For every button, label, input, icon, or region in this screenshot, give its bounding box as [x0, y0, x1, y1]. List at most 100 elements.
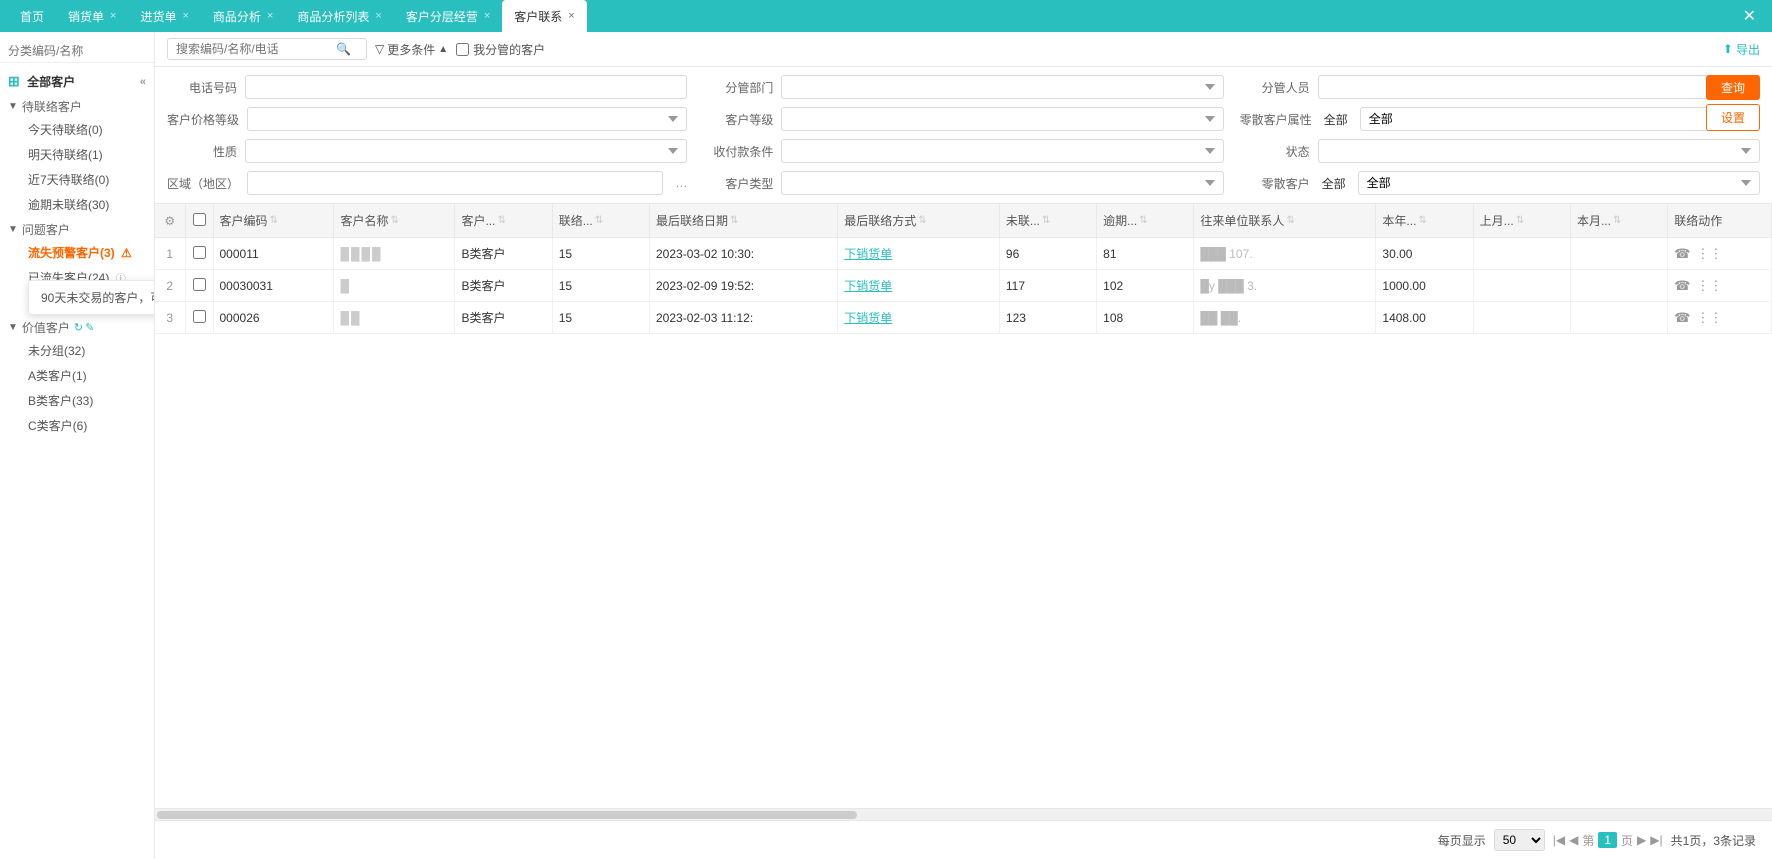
page-next-icon[interactable]: ▶ — [1637, 833, 1646, 847]
th-last-way: 最后联络方式 ⇅ — [838, 204, 1000, 238]
filter-row-customer-level: 客户等级 — [703, 107, 1223, 131]
sort-year-icon[interactable]: ⇅ — [1418, 215, 1426, 226]
filter-select-ctype[interactable] — [781, 171, 1223, 195]
tab-home-label: 首页 — [20, 8, 44, 25]
sort-this-month-icon[interactable]: ⇅ — [1613, 215, 1621, 226]
sort-contact-icon[interactable]: ⇅ — [595, 215, 603, 226]
grid-icon: ⊞ — [8, 73, 20, 89]
sort-last-way-icon[interactable]: ⇅ — [918, 215, 926, 226]
more-dots-region[interactable]: … — [675, 176, 687, 190]
filter-input-region[interactable] — [247, 171, 663, 195]
filter-row-region: 区域（地区） … — [167, 171, 687, 195]
tab-analysis-list[interactable]: 商品分析列表 × — [285, 0, 393, 32]
tab-sales[interactable]: 销货单 × — [56, 0, 128, 32]
th-last-date: 最后联络日期 ⇅ — [650, 204, 838, 238]
sort-overdue-icon[interactable]: ⇅ — [1139, 215, 1147, 226]
sidebar-collapse-icon[interactable]: « — [140, 76, 146, 88]
filter-more-btn[interactable]: ▽ 更多条件 ▲ — [375, 41, 448, 58]
refresh-icon[interactable]: ↻ — [74, 321, 83, 334]
page-first-icon[interactable]: |◀ — [1553, 833, 1565, 847]
tab-purchase[interactable]: 进货单 × — [128, 0, 200, 32]
filter-label-status: 状态 — [1240, 143, 1310, 160]
tab-customer-contact[interactable]: 客户联系 × — [502, 0, 586, 32]
search-icon[interactable]: 🔍 — [336, 42, 351, 56]
tab-analysis[interactable]: 商品分析 × — [201, 0, 285, 32]
sort-last-date-icon[interactable]: ⇅ — [730, 215, 738, 226]
filter-icon: ▽ — [375, 42, 384, 56]
action-more-icon-0[interactable]: ⋮⋮ — [1696, 246, 1722, 262]
sidebar-item-class-b[interactable]: B类客户(33) — [0, 388, 154, 413]
tab-customer-layer-close[interactable]: × — [484, 10, 490, 22]
sidebar-item-unclassified[interactable]: 未分组(32) — [0, 338, 154, 363]
row-checkbox-1[interactable] — [193, 278, 206, 291]
tab-sales-close[interactable]: × — [110, 10, 116, 22]
sort-type-icon[interactable]: ⇅ — [497, 215, 505, 226]
sidebar-search-input[interactable] — [8, 44, 155, 58]
sidebar-item-overdue[interactable]: 逾期未联络(30) — [0, 192, 154, 217]
cell-code-1: 00030031 — [213, 270, 334, 302]
last-way-link-1[interactable]: 下销货单 — [844, 279, 892, 293]
sidebar-item-7days[interactable]: 近7天待联络(0) — [0, 167, 154, 192]
sort-name-icon[interactable]: ⇅ — [391, 215, 399, 226]
last-way-link-2[interactable]: 下销货单 — [844, 311, 892, 325]
filter-select-retail-attr[interactable]: 全部 — [1360, 107, 1760, 131]
select-all-checkbox[interactable] — [193, 213, 206, 226]
cell-action-1: ☎ ⋮⋮ — [1668, 270, 1772, 302]
sidebar-item-class-a[interactable]: A类客户(1) — [0, 363, 154, 388]
settings-col-icon[interactable]: ⚙ — [164, 214, 175, 228]
filter-select-nature[interactable] — [245, 139, 687, 163]
sidebar-group-pending[interactable]: ▼ 待联络客户 — [0, 94, 154, 117]
row-checkbox-0[interactable] — [193, 246, 206, 259]
filter-select-dept[interactable] — [781, 75, 1223, 99]
page-prev-icon[interactable]: ◀ — [1569, 833, 1578, 847]
filter-select-payment[interactable] — [781, 139, 1223, 163]
filter-mine-container: 我分管的客户 — [456, 41, 545, 58]
sidebar-item-churn-warning[interactable]: 流失预警客户(3) ⚠ — [0, 240, 154, 265]
sidebar-all-customers[interactable]: ⊞ 全部客户 « — [0, 69, 154, 94]
query-btn[interactable]: 查询 — [1706, 75, 1760, 100]
tab-customer-layer[interactable]: 客户分层经营 × — [394, 0, 502, 32]
action-contact-icon-0[interactable]: ☎ — [1674, 246, 1690, 262]
filter-select-customer-level[interactable] — [781, 107, 1223, 131]
sidebar-group-value[interactable]: ▼ 价值客户 ↻ ✎ — [0, 315, 154, 338]
horizontal-scrollbar[interactable] — [155, 808, 1772, 820]
sort-unit-icon[interactable]: ⇅ — [1286, 215, 1294, 226]
tab-analysis-close[interactable]: × — [267, 10, 273, 22]
filter-input-phone[interactable] — [245, 75, 687, 99]
tab-purchase-close[interactable]: × — [182, 10, 188, 22]
tab-analysis-list-close[interactable]: × — [375, 10, 381, 22]
tab-bar-close-all[interactable]: ✕ — [1735, 6, 1764, 26]
page-last-icon[interactable]: ▶| — [1650, 833, 1662, 847]
sidebar-group-problem[interactable]: ▼ 问题客户 — [0, 217, 154, 240]
scroll-thumb[interactable] — [157, 811, 857, 819]
th-settings[interactable]: ⚙ — [155, 204, 185, 238]
sort-not-contacted-icon[interactable]: ⇅ — [1042, 215, 1050, 226]
settings-btn[interactable]: 设置 — [1706, 104, 1760, 131]
filter-label-phone: 电话号码 — [167, 79, 237, 96]
export-btn[interactable]: ⬆ 导出 — [1723, 41, 1760, 58]
sort-last-month-icon[interactable]: ⇅ — [1516, 215, 1524, 226]
sort-code-icon[interactable]: ⇅ — [270, 215, 278, 226]
edit-icon[interactable]: ✎ — [85, 321, 94, 334]
row-checkbox-2[interactable] — [193, 310, 206, 323]
filter-label-customer-level: 客户等级 — [703, 111, 773, 128]
sidebar-item-tomorrow[interactable]: 明天待联络(1) — [0, 142, 154, 167]
filter-input-person[interactable] — [1318, 75, 1736, 99]
filter-select-retail[interactable]: 全部 — [1358, 171, 1760, 195]
cell-action-2: ☎ ⋮⋮ — [1668, 302, 1772, 334]
sidebar-item-today[interactable]: 今天待联络(0) — [0, 117, 154, 142]
tab-home[interactable]: 首页 — [8, 0, 56, 32]
filter-search-input[interactable] — [176, 42, 336, 56]
action-more-icon-1[interactable]: ⋮⋮ — [1696, 278, 1722, 294]
filter-more-label: 更多条件 — [387, 41, 435, 58]
action-contact-icon-2[interactable]: ☎ — [1674, 310, 1690, 326]
action-more-icon-2[interactable]: ⋮⋮ — [1696, 310, 1722, 326]
action-contact-icon-1[interactable]: ☎ — [1674, 278, 1690, 294]
filter-select-price-level[interactable] — [247, 107, 687, 131]
last-way-link-0[interactable]: 下销货单 — [844, 247, 892, 261]
filter-select-status[interactable] — [1318, 139, 1760, 163]
per-page-select[interactable]: 50 100 — [1494, 829, 1545, 851]
mine-checkbox[interactable] — [456, 43, 469, 56]
tab-customer-contact-close[interactable]: × — [568, 10, 574, 22]
sidebar-item-class-c[interactable]: C类客户(6) — [0, 413, 154, 438]
